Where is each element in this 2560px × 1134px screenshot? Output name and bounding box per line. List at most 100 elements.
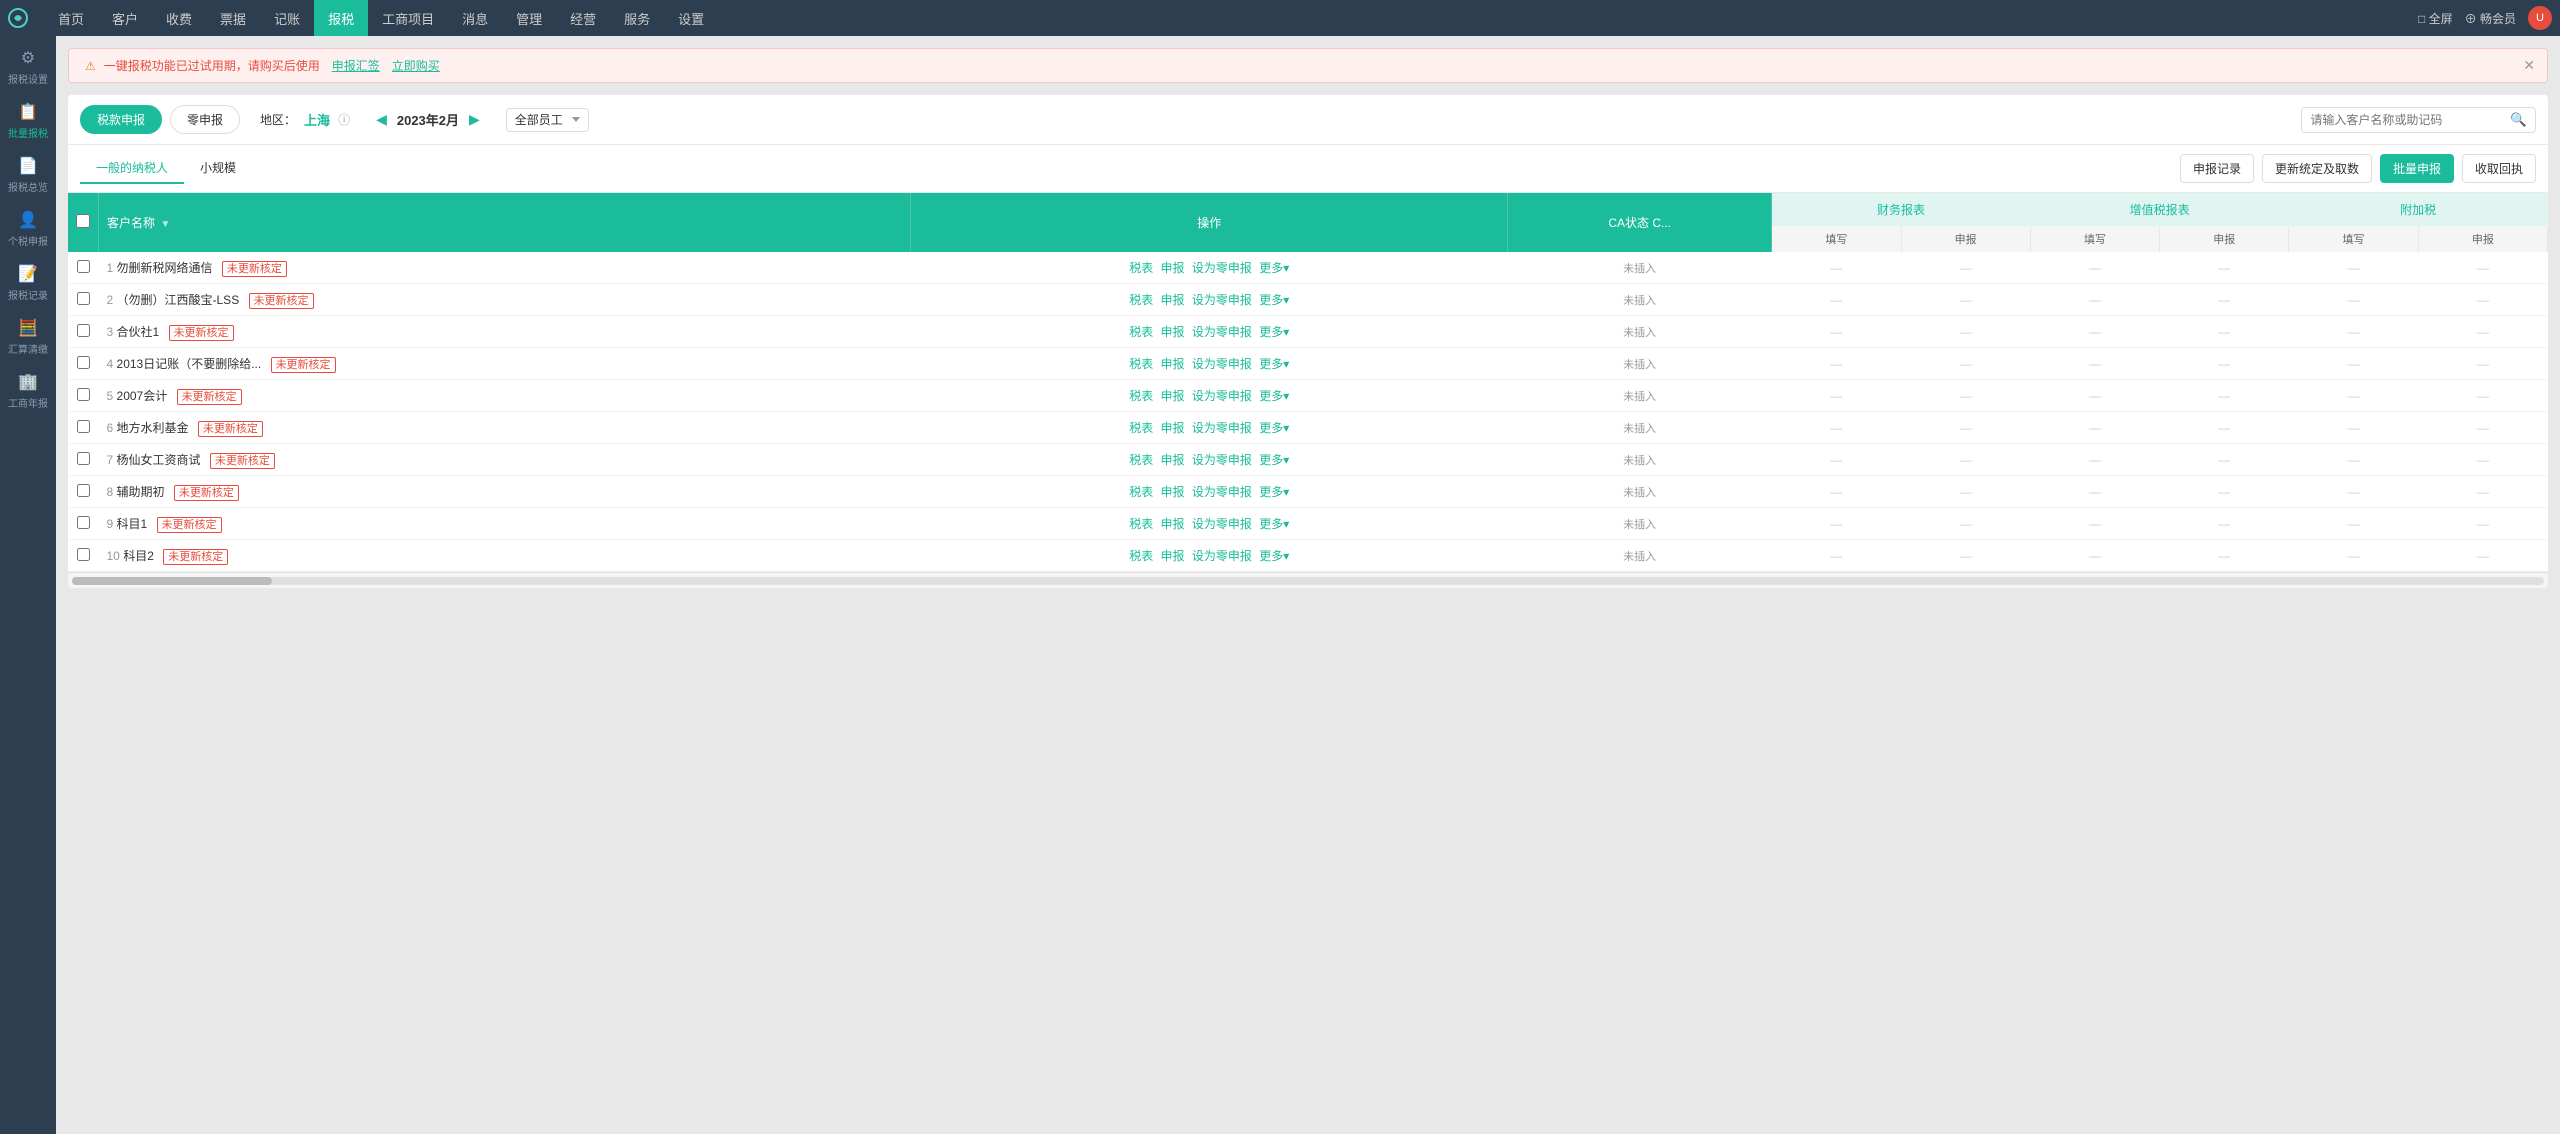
- action-zero-0[interactable]: 设为零申报: [1192, 261, 1252, 275]
- tab-small-scale[interactable]: 小规模: [184, 153, 252, 184]
- action-declare-3[interactable]: 申报: [1161, 357, 1185, 371]
- action-declare-0[interactable]: 申报: [1161, 261, 1185, 275]
- action-zero-1[interactable]: 设为零申报: [1192, 293, 1252, 307]
- action-tax-table-9[interactable]: 税表: [1129, 549, 1153, 563]
- nav-message[interactable]: 消息: [448, 0, 502, 36]
- nav-operations[interactable]: 经营: [556, 0, 610, 36]
- action-more-4[interactable]: 更多▾: [1259, 389, 1289, 403]
- row-checkbox-3[interactable]: [77, 356, 90, 369]
- action-more-8[interactable]: 更多▾: [1259, 517, 1289, 531]
- row-checkbox-4[interactable]: [77, 388, 90, 401]
- nav-settings[interactable]: 设置: [664, 0, 718, 36]
- btn-get-receipt[interactable]: 收取回执: [2462, 154, 2536, 183]
- sidebar-item-tax-records[interactable]: 📝 报税记录: [0, 256, 56, 310]
- nav-tax[interactable]: 报税: [314, 0, 368, 36]
- action-tax-table-5[interactable]: 税表: [1129, 421, 1153, 435]
- search-button[interactable]: 🔍: [2502, 108, 2535, 132]
- search-input[interactable]: [2302, 109, 2502, 131]
- fullscreen-btn[interactable]: □ 全屏: [2418, 10, 2453, 27]
- action-zero-2[interactable]: 设为零申报: [1192, 325, 1252, 339]
- nav-billing[interactable]: 收费: [152, 0, 206, 36]
- sidebar-item-tax-overview[interactable]: 📄 报税总览: [0, 148, 56, 202]
- tab-tax-declaration[interactable]: 税款申报: [80, 105, 162, 134]
- row-checkbox-9[interactable]: [77, 548, 90, 561]
- action-tax-table-6[interactable]: 税表: [1129, 453, 1153, 467]
- action-tax-table-2[interactable]: 税表: [1129, 325, 1153, 339]
- action-zero-8[interactable]: 设为零申报: [1192, 517, 1252, 531]
- action-more-2[interactable]: 更多▾: [1259, 325, 1289, 339]
- row-checkbox-7[interactable]: [77, 484, 90, 497]
- action-declare-4[interactable]: 申报: [1161, 389, 1185, 403]
- nav-manage[interactable]: 管理: [502, 0, 556, 36]
- row-checkbox-6[interactable]: [77, 452, 90, 465]
- action-declare-1[interactable]: 申报: [1161, 293, 1185, 307]
- action-more-7[interactable]: 更多▾: [1259, 485, 1289, 499]
- action-tax-table-8[interactable]: 税表: [1129, 517, 1153, 531]
- row-checkbox-1[interactable]: [77, 292, 90, 305]
- client-name-cell-4: 5 2007会计 未更新核定: [99, 380, 911, 412]
- nav-accounting[interactable]: 记账: [260, 0, 314, 36]
- nav-business[interactable]: 工商项目: [368, 0, 448, 36]
- report-link[interactable]: 申报汇签: [332, 57, 380, 74]
- sidebar-item-personal-tax[interactable]: 👤 个税申报: [0, 202, 56, 256]
- select-all-checkbox[interactable]: [76, 214, 90, 228]
- action-zero-3[interactable]: 设为零申报: [1192, 357, 1252, 371]
- col-0-row-9: —: [1772, 540, 1901, 572]
- tab-zero-declaration[interactable]: 零申报: [170, 105, 240, 134]
- scroll-track: [72, 577, 2544, 585]
- action-declare-2[interactable]: 申报: [1161, 325, 1185, 339]
- row-checkbox-0[interactable]: [77, 260, 90, 273]
- action-more-5[interactable]: 更多▾: [1259, 421, 1289, 435]
- action-more-9[interactable]: 更多▾: [1259, 549, 1289, 563]
- action-declare-6[interactable]: 申报: [1161, 453, 1185, 467]
- btn-update-fetch[interactable]: 更新统定及取数: [2262, 154, 2372, 183]
- action-more-1[interactable]: 更多▾: [1259, 293, 1289, 307]
- member-btn[interactable]: ⊕ 畅会员: [2465, 10, 2516, 27]
- tab-general-taxpayer[interactable]: 一般的纳税人: [80, 153, 184, 184]
- col-3-row-5: —: [2160, 412, 2289, 444]
- sidebar-item-annual-settlement[interactable]: 🧮 汇算清缴: [0, 310, 56, 364]
- prev-date-btn[interactable]: ◀: [370, 109, 393, 130]
- row-checkbox-8[interactable]: [77, 516, 90, 529]
- row-checkbox-2[interactable]: [77, 324, 90, 337]
- action-more-0[interactable]: 更多▾: [1259, 261, 1289, 275]
- action-more-6[interactable]: 更多▾: [1259, 453, 1289, 467]
- btn-batch-declare[interactable]: 批量申报: [2380, 154, 2454, 183]
- action-tax-table-7[interactable]: 税表: [1129, 485, 1153, 499]
- client-name-cell-7: 8 辅助期初 未更新核定: [99, 476, 911, 508]
- buy-link[interactable]: 立即购买: [392, 57, 440, 74]
- action-tax-table-1[interactable]: 税表: [1129, 293, 1153, 307]
- sidebar-item-annual-report[interactable]: 🏢 工商年报: [0, 364, 56, 418]
- action-declare-7[interactable]: 申报: [1161, 485, 1185, 499]
- nav-client[interactable]: 客户: [98, 0, 152, 36]
- user-avatar[interactable]: U: [2528, 6, 2552, 30]
- client-name-cell-0: 1 勿删新税网络通信 未更新核定: [99, 252, 911, 284]
- sidebar-item-tax-settings[interactable]: ⚙ 报税设置: [0, 40, 56, 94]
- row-checkbox-5[interactable]: [77, 420, 90, 433]
- scroll-thumb[interactable]: [72, 577, 272, 585]
- nav-home[interactable]: 首页: [44, 0, 98, 36]
- action-more-3[interactable]: 更多▾: [1259, 357, 1289, 371]
- action-tax-table-3[interactable]: 税表: [1129, 357, 1153, 371]
- action-declare-9[interactable]: 申报: [1161, 549, 1185, 563]
- scroll-bar-area[interactable]: [68, 572, 2548, 588]
- next-date-btn[interactable]: ▶: [463, 109, 486, 130]
- action-tax-table-0[interactable]: 税表: [1129, 261, 1153, 275]
- trial-banner: ⚠ 一键报税功能已过试用期，请购买后使用 申报汇签 立即购买 ✕: [68, 48, 2548, 83]
- banner-close-btn[interactable]: ✕: [2523, 57, 2535, 74]
- action-zero-6[interactable]: 设为零申报: [1192, 453, 1252, 467]
- row-checkbox-cell-8: [68, 508, 99, 540]
- action-declare-8[interactable]: 申报: [1161, 517, 1185, 531]
- action-zero-5[interactable]: 设为零申报: [1192, 421, 1252, 435]
- table-row: 1 勿删新税网络通信 未更新核定 税表 申报 设为零申报 更多▾ 未插入 ———…: [68, 252, 2548, 284]
- nav-invoice[interactable]: 票据: [206, 0, 260, 36]
- action-zero-7[interactable]: 设为零申报: [1192, 485, 1252, 499]
- btn-declare-records[interactable]: 申报记录: [2180, 154, 2254, 183]
- action-declare-5[interactable]: 申报: [1161, 421, 1185, 435]
- action-zero-9[interactable]: 设为零申报: [1192, 549, 1252, 563]
- dept-select[interactable]: 全部员工: [506, 108, 589, 132]
- nav-service[interactable]: 服务: [610, 0, 664, 36]
- action-zero-4[interactable]: 设为零申报: [1192, 389, 1252, 403]
- sidebar-item-batch-tax[interactable]: 📋 批量报税: [0, 94, 56, 148]
- action-tax-table-4[interactable]: 税表: [1129, 389, 1153, 403]
